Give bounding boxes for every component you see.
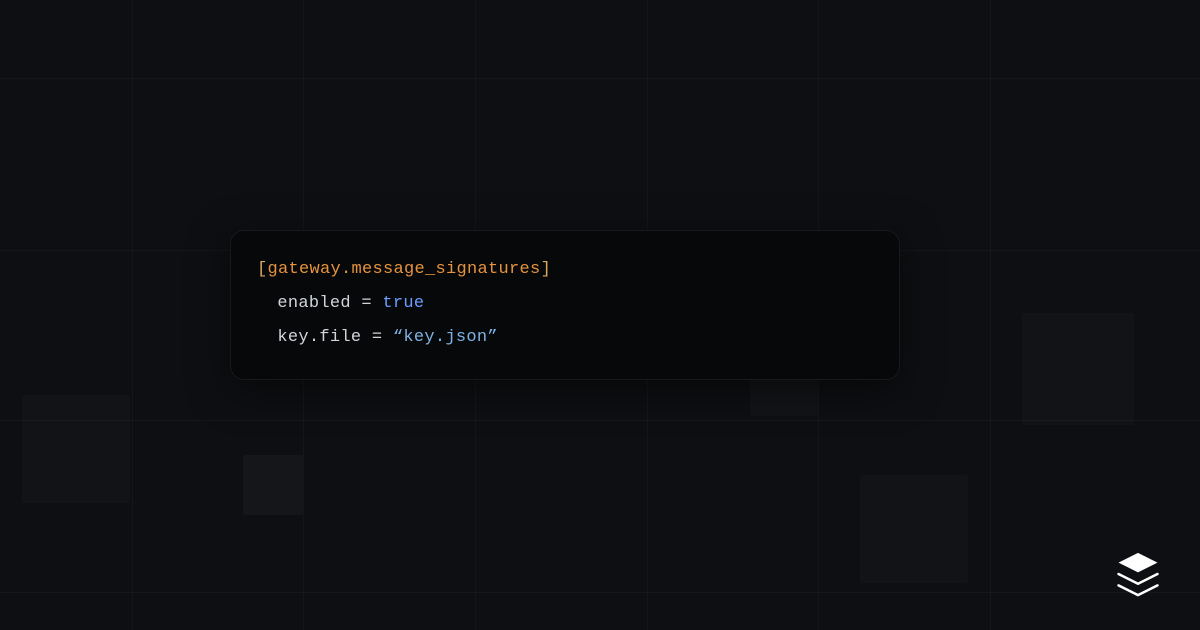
config-key: enabled bbox=[277, 294, 351, 313]
config-value: true bbox=[382, 294, 424, 313]
config-code-block: [gateway.message_signatures] enabled = t… bbox=[230, 230, 900, 380]
decorative-square bbox=[243, 455, 303, 515]
stack-logo-icon bbox=[1112, 548, 1164, 600]
decorative-square bbox=[860, 475, 968, 583]
config-key: key.file bbox=[277, 328, 361, 347]
config-line: key.file = “key.json” bbox=[257, 321, 873, 355]
config-section-header: [gateway.message_signatures] bbox=[257, 253, 873, 287]
decorative-square bbox=[22, 395, 130, 503]
config-line: enabled = true bbox=[257, 287, 873, 321]
decorative-square bbox=[1022, 313, 1134, 425]
config-value: “key.json” bbox=[393, 328, 498, 347]
config-section-name: gateway.message_signatures bbox=[268, 260, 541, 279]
